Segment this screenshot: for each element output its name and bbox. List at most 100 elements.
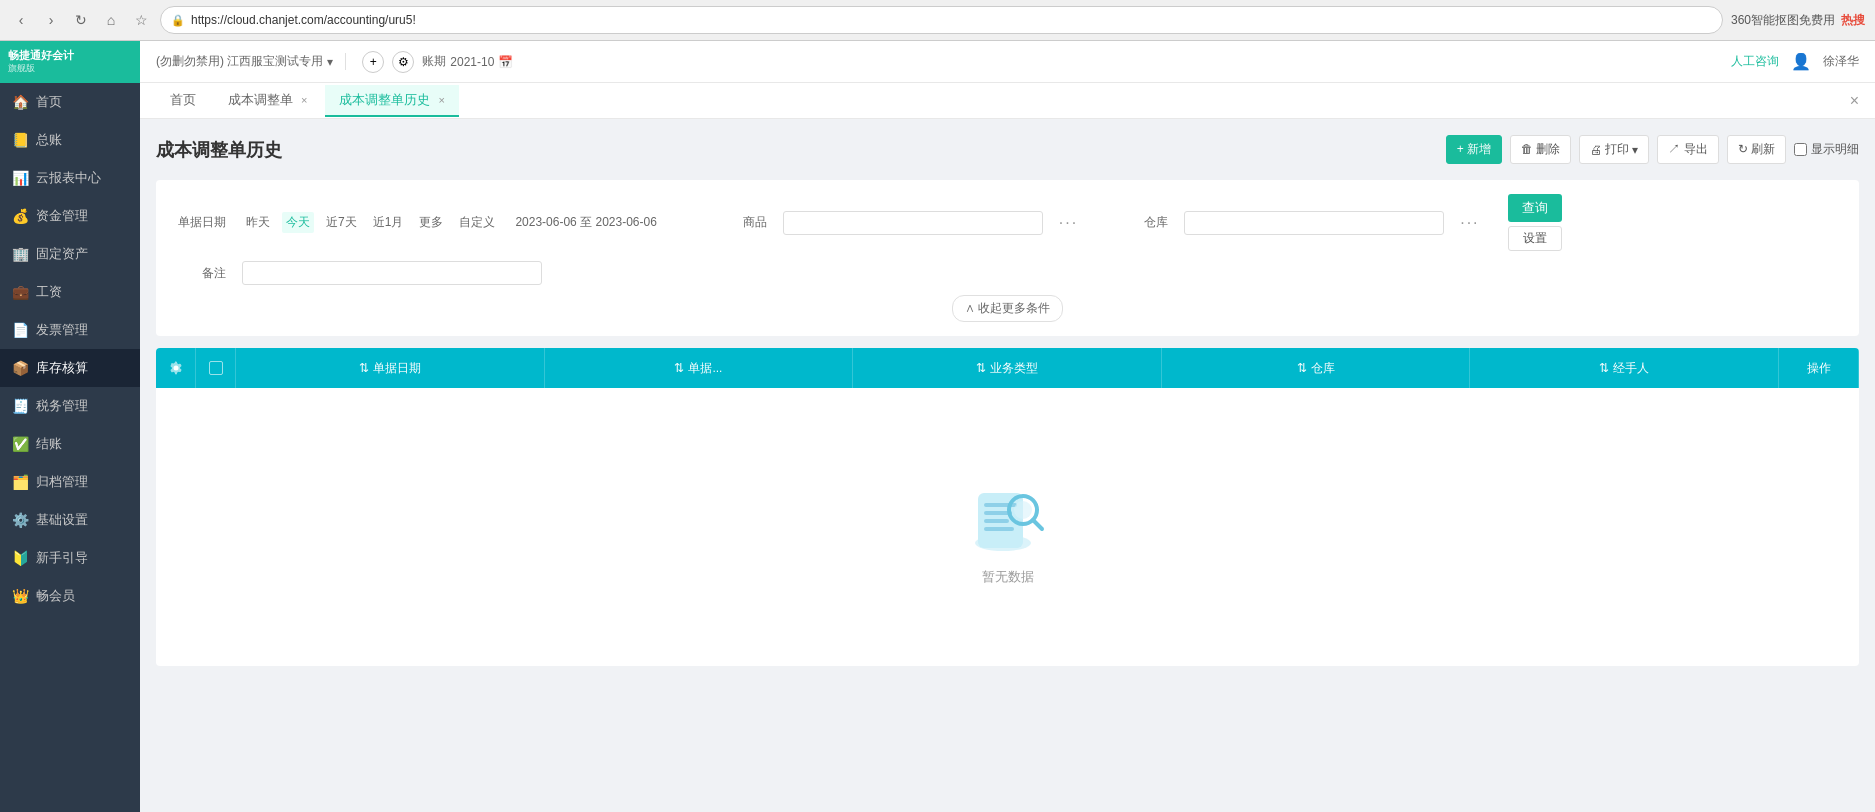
top-header-right: 人工咨询 👤 徐泽华	[1731, 52, 1859, 71]
period-info: 账期 2021-10 📅	[422, 53, 513, 70]
svg-line-8	[1033, 520, 1042, 529]
tab-home[interactable]: 首页	[156, 85, 210, 117]
preset-today[interactable]: 今天	[282, 212, 314, 233]
show-cols-checkbox[interactable]	[1794, 143, 1807, 156]
th-warehouse[interactable]: ⇅ 仓库	[1162, 348, 1471, 388]
refresh-button[interactable]: ↻	[70, 9, 92, 31]
workspace-settings-button[interactable]: ⚙	[392, 51, 414, 73]
settings-button[interactable]: 设置	[1508, 226, 1562, 251]
date-presets-group: 昨天 今天 近7天 近1月 更多 自定义	[242, 212, 499, 233]
sidebar-item-label: 畅会员	[36, 587, 75, 605]
close-all-tabs-button[interactable]: ×	[1850, 92, 1859, 110]
help-button[interactable]: 人工咨询	[1731, 53, 1779, 70]
sidebar-item-settle[interactable]: ✅ 结账	[0, 425, 140, 463]
th-biz-type[interactable]: ⇅ 业务类型	[853, 348, 1162, 388]
refresh-button[interactable]: ↻ 刷新	[1727, 135, 1786, 164]
new-button[interactable]: + 新增	[1446, 135, 1502, 164]
goods-input[interactable]	[783, 211, 1043, 235]
tab-cost-history[interactable]: 成本调整单历史 ×	[325, 85, 458, 117]
sidebar-header: 畅捷通好会计 旗舰版	[0, 41, 140, 83]
archive-icon: 🗂️	[12, 474, 28, 490]
sidebar-item-tax[interactable]: 🧾 税务管理	[0, 387, 140, 425]
home-button[interactable]: ⌂	[100, 9, 122, 31]
sidebar-item-guide[interactable]: 🔰 新手引导	[0, 539, 140, 577]
th-action-label: 操作	[1807, 360, 1831, 377]
sidebar-item-settings[interactable]: ⚙️ 基础设置	[0, 501, 140, 539]
browser-toolbar: ‹ › ↻ ⌂ ☆ 🔒 https://cloud.chanjet.com/ac…	[0, 0, 1875, 40]
empty-state: 暂无数据	[156, 388, 1859, 666]
print-button[interactable]: 🖨 打印 ▾	[1579, 135, 1649, 164]
sidebar-item-archive[interactable]: 🗂️ 归档管理	[0, 463, 140, 501]
sidebar-item-vip[interactable]: 👑 畅会员	[0, 577, 140, 615]
note-input[interactable]	[242, 261, 542, 285]
sidebar-item-label: 归档管理	[36, 473, 88, 491]
query-button[interactable]: 查询	[1508, 194, 1562, 222]
collapse-button[interactable]: ∧ 收起更多条件	[952, 295, 1063, 322]
sidebar-item-invoice[interactable]: 📄 发票管理	[0, 311, 140, 349]
sidebar-item-fixed-assets[interactable]: 🏢 固定资产	[0, 235, 140, 273]
tabs-bar: 首页 成本调整单 × 成本调整单历史 × ×	[140, 83, 1875, 119]
export-button[interactable]: ↗ 导出	[1657, 135, 1718, 164]
calendar-icon: 📅	[498, 55, 513, 69]
browser-chrome: ‹ › ↻ ⌂ ☆ 🔒 https://cloud.chanjet.com/ac…	[0, 0, 1875, 41]
preset-custom[interactable]: 自定义	[455, 212, 499, 233]
warehouse-input[interactable]	[1184, 211, 1444, 235]
select-all-checkbox[interactable]	[209, 361, 223, 375]
sidebar-item-label: 固定资产	[36, 245, 88, 263]
show-cols-checkbox-label[interactable]: 显示明细	[1794, 141, 1859, 158]
empty-illustration	[958, 468, 1058, 568]
logo-title: 畅捷通好会计	[8, 49, 74, 62]
sidebar-item-label: 新手引导	[36, 549, 88, 567]
sidebar-item-label: 总账	[36, 131, 62, 149]
workspace-selector[interactable]: (勿删勿禁用) 江西服宝测试专用 ▾	[156, 53, 346, 70]
th-warehouse-sort-icon: ⇅	[1297, 361, 1307, 375]
star-button[interactable]: ☆	[130, 9, 152, 31]
th-action: 操作	[1779, 348, 1859, 388]
sidebar-item-label: 基础设置	[36, 511, 88, 529]
th-warehouse-label: 仓库	[1311, 360, 1335, 377]
tab-cost-adjust-close[interactable]: ×	[301, 94, 307, 106]
tab-cost-history-close[interactable]: ×	[438, 94, 444, 106]
data-table: ⇅ 单据日期 ⇅ 单据... ⇅ 业务类型 ⇅ 仓库	[156, 348, 1859, 666]
back-button[interactable]: ‹	[10, 9, 32, 31]
th-biz-sort-icon: ⇅	[976, 361, 986, 375]
sidebar-item-funds[interactable]: 💰 资金管理	[0, 197, 140, 235]
preset-7days[interactable]: 近7天	[322, 212, 361, 233]
th-operator[interactable]: ⇅ 经手人	[1470, 348, 1779, 388]
workspace-chevron-icon: ▾	[327, 55, 333, 69]
th-bill-no[interactable]: ⇅ 单据...	[545, 348, 854, 388]
th-date[interactable]: ⇅ 单据日期	[236, 348, 545, 388]
user-label: 徐泽华	[1823, 53, 1859, 70]
sidebar-item-label: 发票管理	[36, 321, 88, 339]
sidebar-item-ledger[interactable]: 📒 总账	[0, 121, 140, 159]
sidebar-item-label: 云报表中心	[36, 169, 101, 187]
salary-icon: 💼	[12, 284, 28, 300]
date-filter-label: 单据日期	[172, 214, 226, 231]
warehouse-more-button[interactable]: ···	[1460, 214, 1479, 232]
filter-panel: 单据日期 昨天 今天 近7天 近1月 更多 自定义 2023-06-06 至 2…	[156, 180, 1859, 336]
th-bill-sort-icon: ⇅	[674, 361, 684, 375]
reports-icon: 📊	[12, 170, 28, 186]
sidebar-item-home[interactable]: 🏠 首页	[0, 83, 140, 121]
preset-yesterday[interactable]: 昨天	[242, 212, 274, 233]
goods-more-button[interactable]: ···	[1059, 214, 1078, 232]
warehouse-label: 仓库	[1114, 214, 1168, 231]
address-bar[interactable]: 🔒 https://cloud.chanjet.com/accounting/u…	[160, 6, 1723, 34]
forward-button[interactable]: ›	[40, 9, 62, 31]
add-workspace-button[interactable]: +	[362, 51, 384, 73]
filter-row-1: 单据日期 昨天 今天 近7天 近1月 更多 自定义 2023-06-06 至 2…	[172, 194, 1843, 251]
preset-more[interactable]: 更多	[415, 212, 447, 233]
preset-1month[interactable]: 近1月	[369, 212, 408, 233]
tab-cost-adjust[interactable]: 成本调整单 ×	[214, 85, 321, 117]
sidebar-item-inventory[interactable]: 📦 库存核算	[0, 349, 140, 387]
sidebar-item-reports[interactable]: 📊 云报表中心	[0, 159, 140, 197]
date-from: 2023-06-06	[515, 215, 576, 229]
show-cols-text: 显示明细	[1811, 141, 1859, 158]
url-text: https://cloud.chanjet.com/accounting/uru…	[191, 13, 416, 27]
delete-button[interactable]: 🗑 删除	[1510, 135, 1571, 164]
sidebar-item-salary[interactable]: 💼 工资	[0, 273, 140, 311]
home-icon: 🏠	[12, 94, 28, 110]
th-checkbox[interactable]	[196, 348, 236, 388]
th-settings[interactable]	[156, 348, 196, 388]
sidebar-item-label: 资金管理	[36, 207, 88, 225]
